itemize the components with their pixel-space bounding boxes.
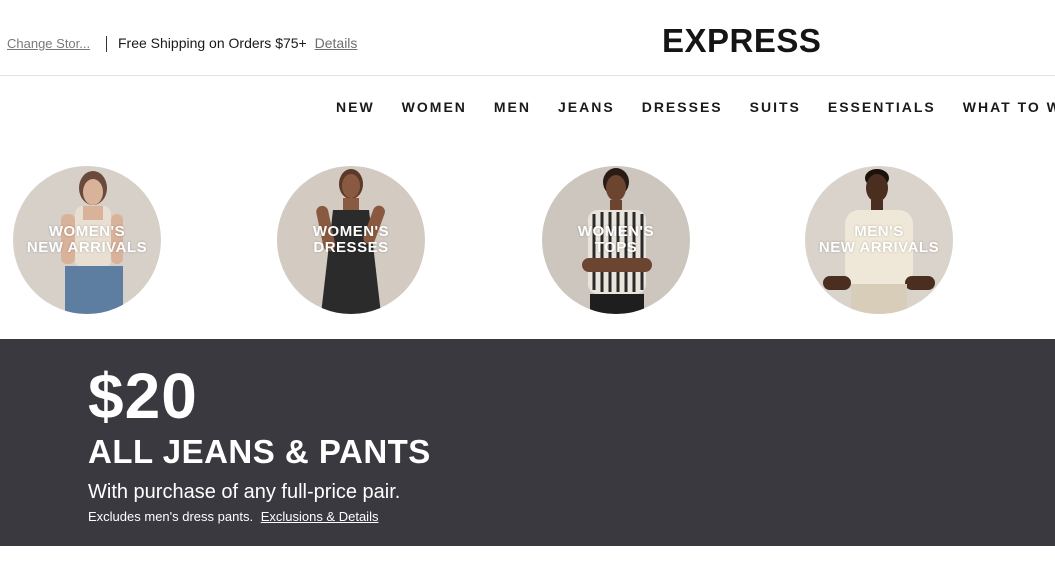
promo-headline: ALL JEANS & PANTS: [88, 433, 431, 470]
promo-fine-print: Excludes men's dress pants. Exclusions &…: [88, 509, 378, 524]
nav-jeans[interactable]: JEANS: [558, 99, 615, 115]
express-logo[interactable]: EXPRESS: [662, 22, 821, 60]
promo-banner[interactable]: $20 ALL JEANS & PANTS With purchase of a…: [0, 339, 1055, 546]
nav-women[interactable]: WOMEN: [402, 99, 467, 115]
shipping-details-link[interactable]: Details: [315, 35, 358, 51]
category-label: MEN'S NEW ARRIVALS: [818, 223, 940, 256]
utility-bar: Change Stor... Free Shipping on Orders $…: [0, 0, 1055, 76]
promo-exclusion-text: Excludes men's dress pants.: [88, 509, 254, 524]
utility-divider: [106, 36, 107, 52]
promo-subline: With purchase of any full-price pair.: [88, 481, 401, 503]
shipping-text: Free Shipping on Orders $75+: [118, 35, 307, 51]
nav-suits[interactable]: SUITS: [750, 99, 801, 115]
change-store-link[interactable]: Change Stor...: [7, 36, 90, 51]
nav-essentials[interactable]: ESSENTIALS: [828, 99, 936, 115]
category-label: WOMEN'S DRESSES: [312, 223, 390, 256]
category-mens-new-arrivals[interactable]: MEN'S NEW ARRIVALS: [805, 166, 953, 314]
category-label: WOMEN'S NEW ARRIVALS: [26, 223, 148, 256]
shipping-message: Free Shipping on Orders $75+ Details: [118, 35, 357, 51]
nav-new[interactable]: NEW: [336, 99, 375, 115]
category-label: WOMEN'S TOPS: [577, 223, 655, 256]
nav-what-to-wear[interactable]: WHAT TO W: [963, 99, 1055, 115]
nav-men[interactable]: MEN: [494, 99, 531, 115]
nav-dresses[interactable]: DRESSES: [642, 99, 723, 115]
category-womens-new-arrivals[interactable]: WOMEN'S NEW ARRIVALS: [13, 166, 161, 314]
category-womens-dresses[interactable]: WOMEN'S DRESSES: [277, 166, 425, 314]
exclusions-details-link[interactable]: Exclusions & Details: [261, 509, 379, 524]
main-nav: NEW WOMEN MEN JEANS DRESSES SUITS ESSENT…: [336, 99, 1055, 115]
promo-price: $20: [88, 360, 198, 432]
category-womens-tops[interactable]: WOMEN'S TOPS: [542, 166, 690, 314]
